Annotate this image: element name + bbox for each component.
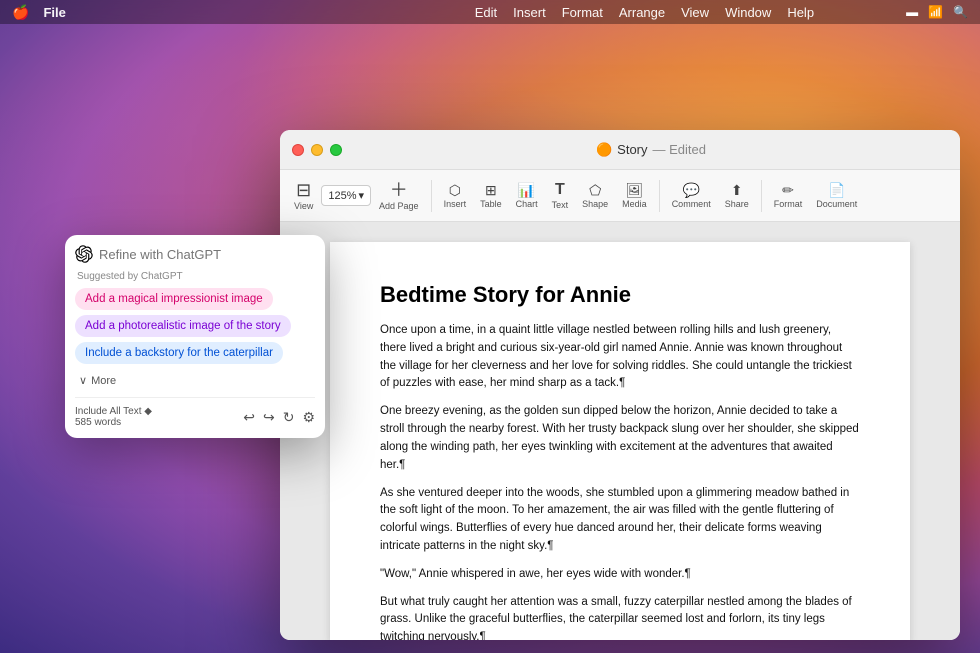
- toolbar-add-page-label: Add Page: [379, 201, 419, 211]
- window-titlebar: 🟠 Story — Edited: [280, 130, 960, 170]
- wifi-icon: 📶: [928, 5, 943, 19]
- toolbar-divider-1: [431, 180, 432, 212]
- zoom-chevron: ▾: [359, 189, 365, 202]
- menu-format[interactable]: Arrange: [619, 5, 665, 20]
- redo-icon[interactable]: ↪: [263, 409, 275, 426]
- toolbar-comment-label: Comment: [672, 199, 711, 209]
- toolbar-comment[interactable]: 💬 Comment: [666, 179, 717, 213]
- toolbar-table-label: Table: [480, 199, 502, 209]
- toolbar-view[interactable]: ⊟ View: [288, 177, 319, 215]
- menu-view[interactable]: Window: [725, 5, 771, 20]
- suggestion-photorealistic-image[interactable]: Add a photorealistic image of the story: [75, 315, 291, 337]
- minimize-button[interactable]: [311, 144, 323, 156]
- toolbar-shape[interactable]: ⬠ Shape: [576, 179, 614, 213]
- refresh-icon[interactable]: ↻: [283, 409, 295, 426]
- chatgpt-logo-icon: [75, 245, 93, 263]
- doc-para-1: Once upon a time, in a quaint little vil…: [380, 322, 860, 393]
- toolbar-format-label: Format: [774, 199, 803, 209]
- toolbar-divider-2: [659, 180, 660, 212]
- toolbar-chart[interactable]: 📊 Chart: [510, 179, 544, 213]
- toolbar-document[interactable]: 📄 Document: [810, 179, 863, 213]
- chatgpt-panel: Suggested by ChatGPT Add a magical impre…: [65, 235, 325, 438]
- search-icon[interactable]: 🔍: [953, 5, 968, 19]
- pages-window: 🟠 Story — Edited ⊟ View 125% ▾ ＋ Add Pag…: [280, 130, 960, 640]
- chatgpt-footer-info: Include All Text ◆ 585 words: [75, 406, 152, 428]
- toolbar-share-label: Share: [725, 199, 749, 209]
- toolbar-shape-label: Shape: [582, 199, 608, 209]
- toolbar-insert-label: Insert: [444, 199, 467, 209]
- menubar-items: File: [43, 5, 474, 20]
- chatgpt-input-row: [75, 245, 315, 263]
- toolbar-zoom[interactable]: 125% ▾: [321, 185, 371, 206]
- toolbar-insert[interactable]: ⬡ Insert: [438, 179, 473, 213]
- doc-para-5: But what truly caught her attention was …: [380, 594, 860, 640]
- chatgpt-footer-actions: ↩ ↪ ↻ ⚙: [243, 409, 315, 426]
- toolbar-media-label: Media: [622, 199, 647, 209]
- chatgpt-more-button[interactable]: ∨ More: [75, 372, 315, 389]
- toolbar-divider-3: [761, 180, 762, 212]
- shape-icon: ⬠: [589, 183, 601, 197]
- media-icon: 🖼: [626, 183, 644, 197]
- text-icon: T: [555, 182, 565, 198]
- toolbar-document-label: Document: [816, 199, 857, 209]
- close-button[interactable]: [292, 144, 304, 156]
- doc-para-4: "Wow," Annie whispered in awe, her eyes …: [380, 566, 860, 584]
- undo-icon[interactable]: ↩: [243, 409, 255, 426]
- insert-icon: ⬡: [449, 183, 461, 197]
- toolbar-text[interactable]: T Text: [546, 178, 575, 214]
- chatgpt-refine-input[interactable]: [99, 247, 315, 262]
- chevron-down-icon: ∨: [79, 374, 87, 387]
- toolbar-media[interactable]: 🖼 Media: [616, 179, 653, 213]
- document-page[interactable]: Bedtime Story for Annie Once upon a time…: [330, 242, 910, 640]
- toolbar-text-label: Text: [552, 200, 569, 210]
- share-icon: ⬆: [731, 183, 743, 197]
- document-icon: 🟠: [596, 142, 612, 158]
- menubar-menus: Edit Insert Format Arrange View Window H…: [475, 5, 906, 20]
- menu-app-name[interactable]: File: [43, 5, 65, 20]
- menubar-right: ▬ 📶 🔍: [906, 5, 968, 19]
- chatgpt-suggestions: Add a magical impressionist image Add a …: [75, 288, 315, 364]
- window-title: 🟠 Story — Edited: [354, 142, 948, 158]
- traffic-lights: [292, 144, 342, 156]
- menu-arrange[interactable]: View: [681, 5, 709, 20]
- chart-icon: 📊: [518, 183, 535, 197]
- chatgpt-footer: Include All Text ◆ 585 words ↩ ↪ ↻ ⚙: [75, 397, 315, 428]
- maximize-button[interactable]: [330, 144, 342, 156]
- document-edited-status: — Edited: [653, 142, 707, 157]
- settings-icon[interactable]: ⚙: [302, 409, 315, 426]
- toolbar-format[interactable]: ✏ Format: [768, 179, 809, 213]
- chatgpt-word-count: 585 words: [75, 417, 152, 428]
- toolbar-view-label: View: [294, 201, 313, 211]
- toolbar-share[interactable]: ⬆ Share: [719, 179, 755, 213]
- toolbar: ⊟ View 125% ▾ ＋ Add Page ⬡ Insert ⊞ Tabl…: [280, 170, 960, 222]
- menu-window[interactable]: Help: [787, 5, 814, 20]
- menubar: 🍎 File Edit Insert Format Arrange View W…: [0, 0, 980, 24]
- doc-para-2: One breezy evening, as the golden sun di…: [380, 403, 860, 474]
- menu-file[interactable]: Edit: [475, 5, 497, 20]
- more-label: More: [91, 375, 116, 387]
- battery-icon: ▬: [906, 5, 918, 19]
- chatgpt-scope: Include All Text ◆: [75, 406, 152, 417]
- toolbar-add-page[interactable]: ＋ Add Page: [373, 177, 425, 215]
- chatgpt-section-label: Suggested by ChatGPT: [75, 271, 315, 282]
- apple-menu[interactable]: 🍎: [12, 4, 29, 21]
- toolbar-chart-label: Chart: [516, 199, 538, 209]
- toolbar-table[interactable]: ⊞ Table: [474, 179, 508, 213]
- document-name: Story: [617, 142, 647, 157]
- comment-icon: 💬: [682, 183, 699, 197]
- document-tool-icon: 📄: [828, 183, 845, 197]
- table-icon: ⊞: [485, 183, 497, 197]
- menu-insert[interactable]: Format: [562, 5, 603, 20]
- format-icon: ✏: [782, 183, 794, 197]
- zoom-value: 125%: [328, 190, 356, 202]
- suggestion-magical-image[interactable]: Add a magical impressionist image: [75, 288, 273, 310]
- view-icon: ⊟: [296, 181, 311, 199]
- doc-para-3: As she ventured deeper into the woods, s…: [380, 485, 860, 556]
- add-page-icon: ＋: [390, 181, 408, 199]
- menu-edit[interactable]: Insert: [513, 5, 546, 20]
- suggestion-backstory[interactable]: Include a backstory for the caterpillar: [75, 342, 283, 364]
- document-area[interactable]: Bedtime Story for Annie Once upon a time…: [280, 222, 960, 640]
- document-title: Bedtime Story for Annie: [380, 282, 860, 308]
